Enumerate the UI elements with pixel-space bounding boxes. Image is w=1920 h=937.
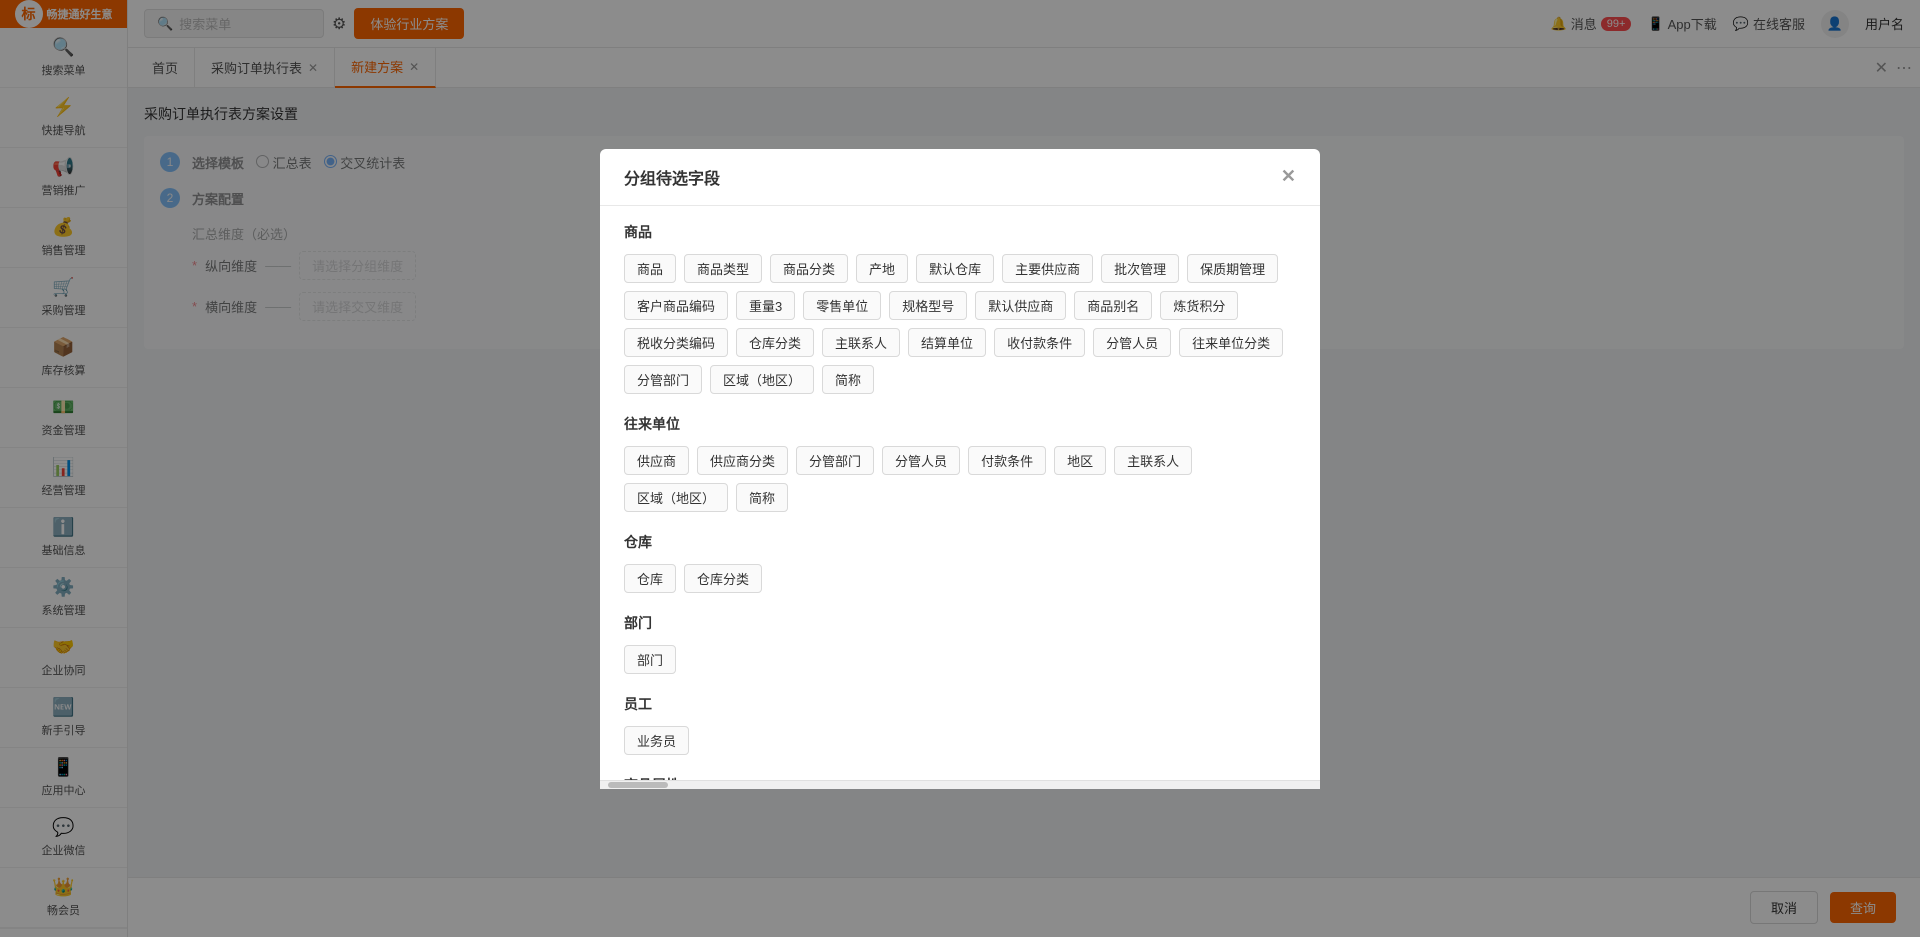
field-section-title-2: 仓库 bbox=[624, 532, 1296, 552]
field-tag-0-15[interactable]: 税收分类编码 bbox=[624, 328, 728, 357]
field-section-0: 商品商品商品类型商品分类产地默认仓库主要供应商批次管理保质期管理客户商品编码重量… bbox=[624, 222, 1296, 394]
field-section-4: 员工业务员 bbox=[624, 694, 1296, 755]
field-tag-0-13[interactable]: 商品别名 bbox=[1074, 291, 1152, 320]
field-tag-0-7[interactable]: 保质期管理 bbox=[1187, 254, 1278, 283]
modal-title: 分组待选字段 bbox=[624, 165, 720, 189]
field-tag-0-18[interactable]: 结算单位 bbox=[908, 328, 986, 357]
field-tag-0-5[interactable]: 主要供应商 bbox=[1002, 254, 1093, 283]
field-tag-1-7[interactable]: 区域（地区） bbox=[624, 483, 728, 512]
field-tag-1-1[interactable]: 供应商分类 bbox=[697, 446, 788, 475]
modal-horizontal-scrollbar[interactable] bbox=[600, 780, 1320, 789]
field-list-2: 仓库仓库分类 bbox=[624, 564, 1296, 593]
field-tag-0-14[interactable]: 炼货积分 bbox=[1160, 291, 1238, 320]
field-tag-0-11[interactable]: 规格型号 bbox=[889, 291, 967, 320]
field-tag-0-21[interactable]: 往来单位分类 bbox=[1179, 328, 1283, 357]
modal-close-btn[interactable]: ✕ bbox=[1281, 166, 1296, 187]
field-tag-4-0[interactable]: 业务员 bbox=[624, 726, 689, 755]
field-tag-0-12[interactable]: 默认供应商 bbox=[975, 291, 1066, 320]
field-select-modal: 分组待选字段 ✕ 商品商品商品类型商品分类产地默认仓库主要供应商批次管理保质期管… bbox=[600, 149, 1320, 789]
field-tag-2-1[interactable]: 仓库分类 bbox=[684, 564, 762, 593]
field-tag-3-0[interactable]: 部门 bbox=[624, 645, 676, 674]
field-tag-1-5[interactable]: 地区 bbox=[1054, 446, 1106, 475]
field-tag-1-6[interactable]: 主联系人 bbox=[1114, 446, 1192, 475]
field-section-title-3: 部门 bbox=[624, 613, 1296, 633]
field-tag-0-22[interactable]: 分管部门 bbox=[624, 365, 702, 394]
field-tag-0-24[interactable]: 简称 bbox=[822, 365, 874, 394]
field-tag-0-0[interactable]: 商品 bbox=[624, 254, 676, 283]
field-list-3: 部门 bbox=[624, 645, 1296, 674]
field-tag-0-17[interactable]: 主联系人 bbox=[822, 328, 900, 357]
field-tag-0-8[interactable]: 客户商品编码 bbox=[624, 291, 728, 320]
field-tag-0-6[interactable]: 批次管理 bbox=[1101, 254, 1179, 283]
field-tag-1-3[interactable]: 分管人员 bbox=[882, 446, 960, 475]
field-tag-0-19[interactable]: 收付款条件 bbox=[994, 328, 1085, 357]
field-section-title-1: 往来单位 bbox=[624, 414, 1296, 434]
modal-header: 分组待选字段 ✕ bbox=[600, 149, 1320, 206]
field-tag-1-2[interactable]: 分管部门 bbox=[796, 446, 874, 475]
field-tag-1-4[interactable]: 付款条件 bbox=[968, 446, 1046, 475]
modal-body[interactable]: 商品商品商品类型商品分类产地默认仓库主要供应商批次管理保质期管理客户商品编码重量… bbox=[600, 206, 1320, 780]
field-tag-0-20[interactable]: 分管人员 bbox=[1093, 328, 1171, 357]
field-list-4: 业务员 bbox=[624, 726, 1296, 755]
field-tag-0-10[interactable]: 零售单位 bbox=[803, 291, 881, 320]
field-section-3: 部门部门 bbox=[624, 613, 1296, 674]
field-tag-0-1[interactable]: 商品类型 bbox=[684, 254, 762, 283]
field-tag-1-8[interactable]: 简称 bbox=[736, 483, 788, 512]
modal-overlay: 分组待选字段 ✕ 商品商品商品类型商品分类产地默认仓库主要供应商批次管理保质期管… bbox=[0, 0, 1920, 937]
field-tag-0-4[interactable]: 默认仓库 bbox=[916, 254, 994, 283]
field-tag-0-2[interactable]: 商品分类 bbox=[770, 254, 848, 283]
field-tag-1-0[interactable]: 供应商 bbox=[624, 446, 689, 475]
field-list-1: 供应商供应商分类分管部门分管人员付款条件地区主联系人区域（地区） 简称 bbox=[624, 446, 1296, 512]
field-list-0: 商品商品类型商品分类产地默认仓库主要供应商批次管理保质期管理客户商品编码重量3 零… bbox=[624, 254, 1296, 394]
field-section-1: 往来单位供应商供应商分类分管部门分管人员付款条件地区主联系人区域（地区） 简称 bbox=[624, 414, 1296, 512]
field-tag-2-0[interactable]: 仓库 bbox=[624, 564, 676, 593]
field-tag-0-3[interactable]: 产地 bbox=[856, 254, 908, 283]
field-tag-0-16[interactable]: 仓库分类 bbox=[736, 328, 814, 357]
field-section-2: 仓库仓库仓库分类 bbox=[624, 532, 1296, 593]
field-tag-0-23[interactable]: 区域（地区） bbox=[710, 365, 814, 394]
field-tag-0-9[interactable]: 重量3 bbox=[736, 291, 795, 320]
field-section-title-0: 商品 bbox=[624, 222, 1296, 242]
field-section-title-4: 员工 bbox=[624, 694, 1296, 714]
